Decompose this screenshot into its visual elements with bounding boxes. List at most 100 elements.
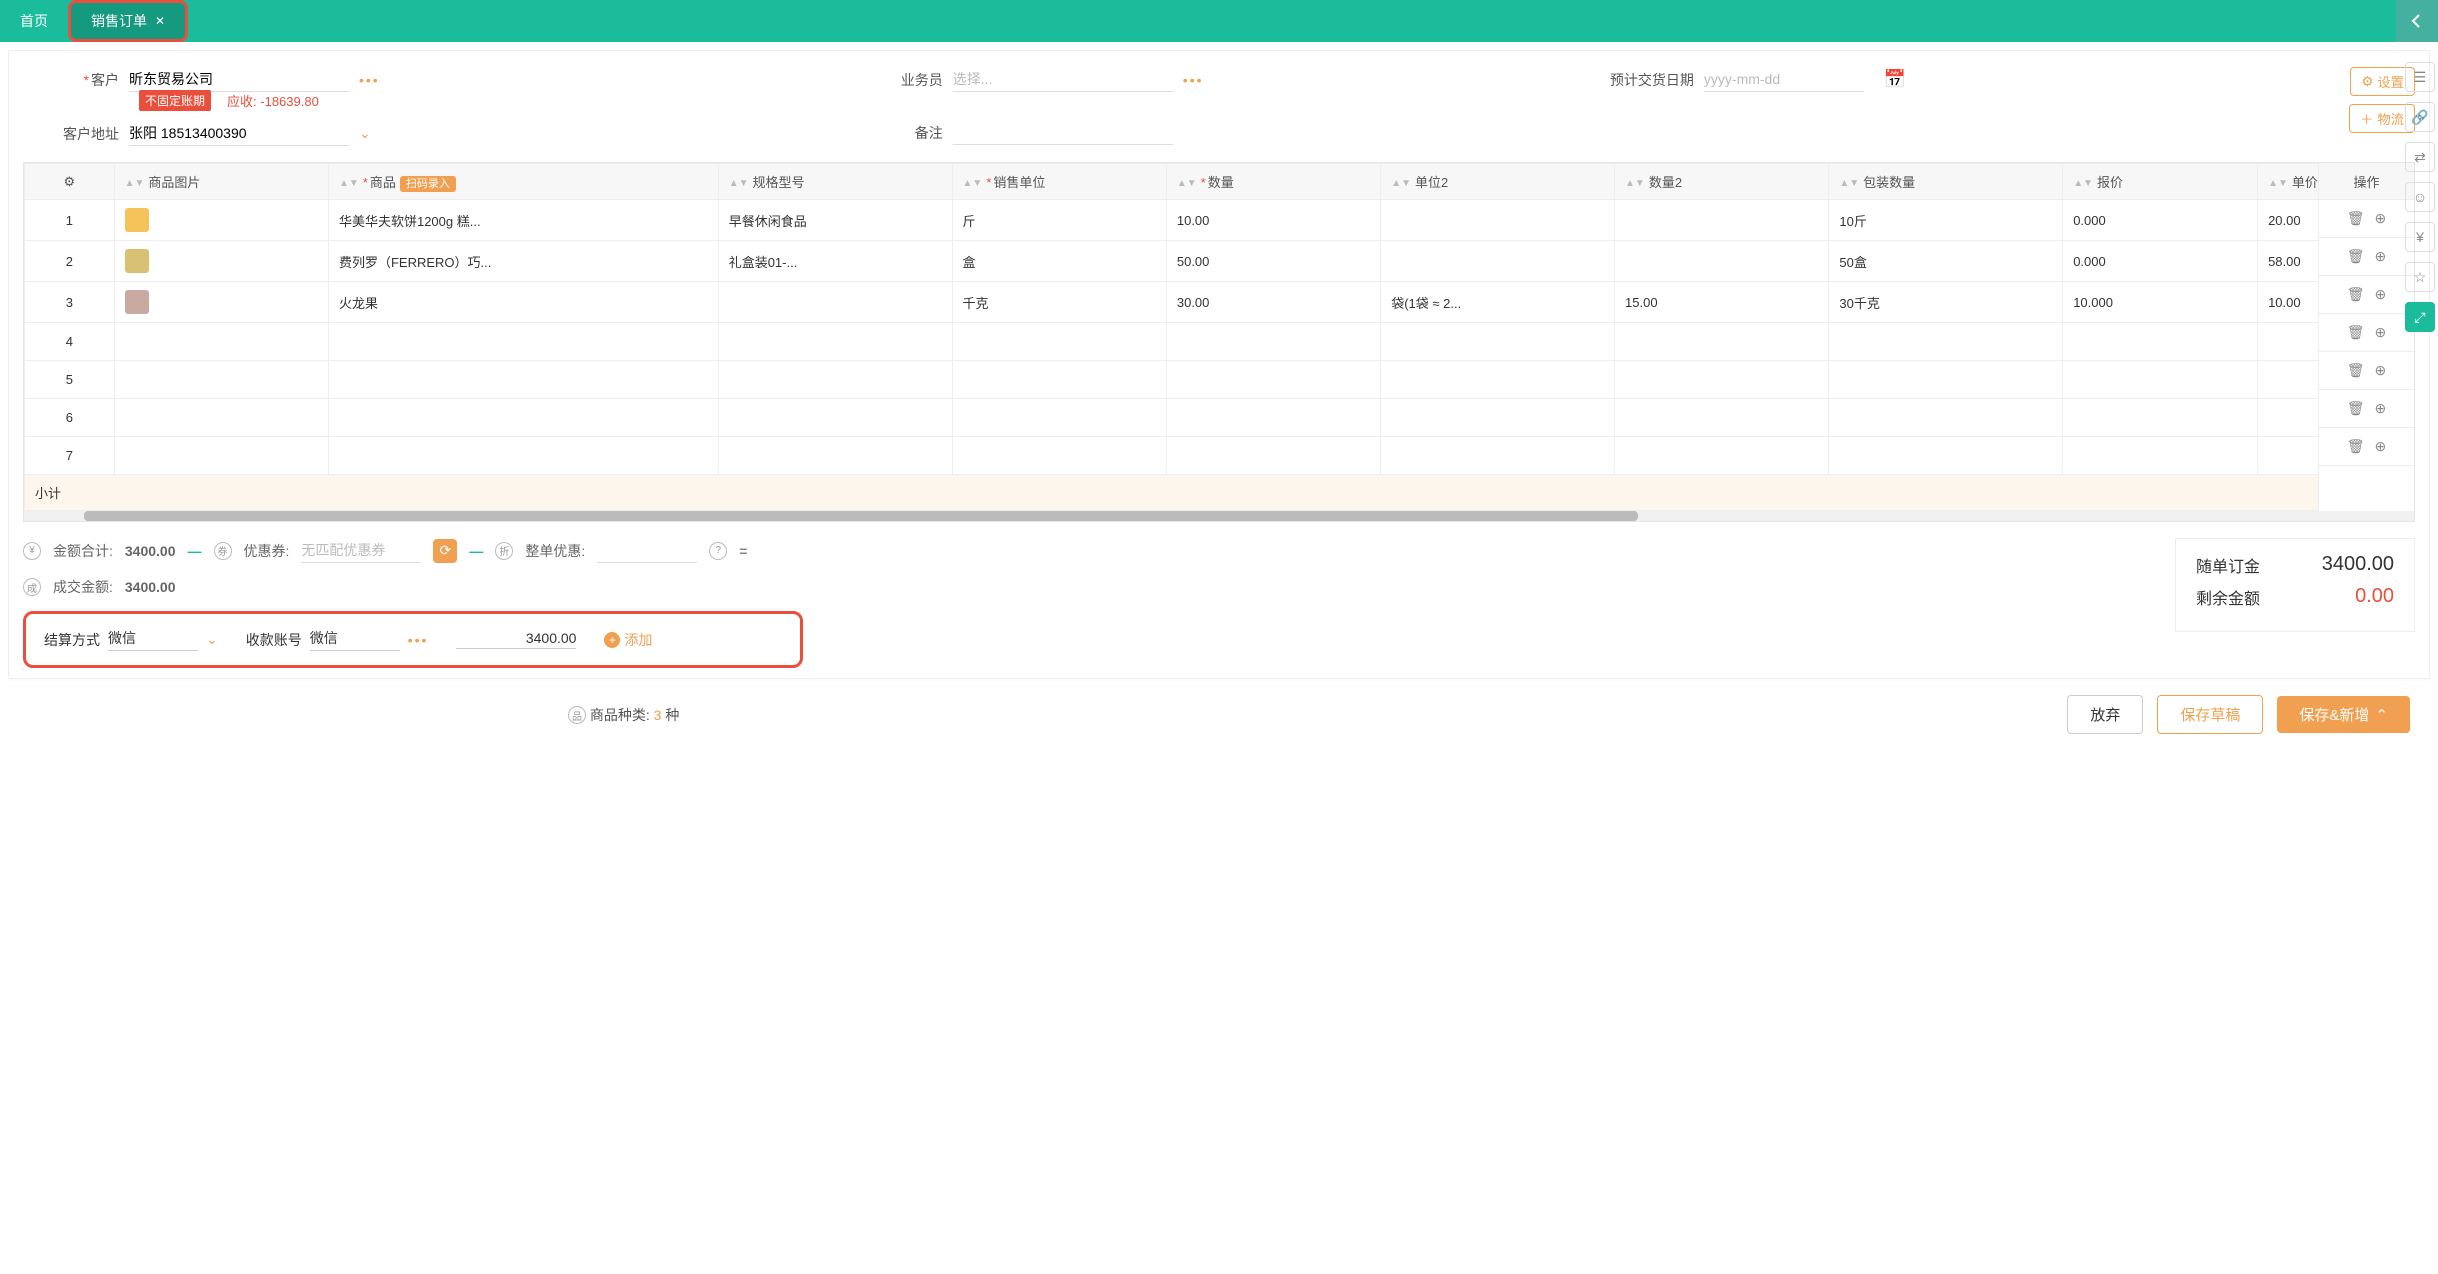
- deal-amount-label: 成交金额:: [53, 577, 113, 597]
- horizontal-scrollbar[interactable]: [24, 511, 2414, 521]
- minus-icon: —: [188, 543, 202, 559]
- amount-total-label: 金额合计:: [53, 541, 113, 561]
- sidebar-link-icon[interactable]: 🔗: [2405, 102, 2435, 132]
- footer-bar: 品 商品种类: 3 种 放弃 保存草稿 保存&新增⌃: [8, 679, 2430, 742]
- amount-total-value: 3400.00: [125, 543, 176, 559]
- refresh-icon[interactable]: ⟳: [433, 539, 457, 563]
- collapse-button[interactable]: [2396, 0, 2438, 42]
- row-ops: 🗑⊕: [2319, 390, 2414, 428]
- save-and-new-button[interactable]: 保存&新增⌃: [2277, 696, 2410, 733]
- add-row-icon[interactable]: ⊕: [2375, 248, 2387, 265]
- address-input[interactable]: [129, 121, 349, 146]
- delete-row-icon[interactable]: 🗑: [2347, 438, 2365, 455]
- table-row[interactable]: 7: [25, 437, 2414, 475]
- col-qty2[interactable]: ▲▼数量2: [1615, 164, 1829, 200]
- tab-home[interactable]: 首页: [0, 0, 68, 42]
- column-config[interactable]: ⚙: [25, 164, 115, 200]
- sidebar-list-icon[interactable]: ☰: [2405, 62, 2435, 92]
- table-row[interactable]: 5: [25, 361, 2414, 399]
- table-row[interactable]: 6: [25, 399, 2414, 437]
- row-ops: 🗑⊕: [2319, 314, 2414, 352]
- settle-account-select[interactable]: 微信: [310, 628, 400, 651]
- delete-row-icon[interactable]: 🗑: [2347, 362, 2365, 379]
- col-unit2[interactable]: ▲▼单位2: [1381, 164, 1615, 200]
- table-row[interactable]: 4: [25, 323, 2414, 361]
- row-ops: 🗑⊕: [2319, 352, 2414, 390]
- remark-input[interactable]: [953, 120, 1173, 145]
- tab-sales-order[interactable]: 销售订单 ✕: [68, 0, 188, 42]
- col-quote[interactable]: ▲▼报价: [2063, 164, 2258, 200]
- save-draft-button[interactable]: 保存草稿: [2157, 695, 2263, 734]
- add-row-icon[interactable]: ⊕: [2375, 438, 2387, 455]
- col-pack[interactable]: ▲▼包装数量: [1829, 164, 2063, 200]
- settle-method-label: 结算方式: [44, 630, 100, 650]
- receivable-text: 应收: -18639.80: [227, 91, 319, 110]
- delete-row-icon[interactable]: 🗑: [2347, 324, 2365, 341]
- account-period-tag: 不固定账期: [139, 90, 211, 111]
- discount-icon: 折: [495, 542, 513, 560]
- sidebar-exchange-icon[interactable]: ⇄: [2405, 142, 2435, 172]
- settle-method-select[interactable]: 微信: [108, 628, 198, 651]
- chevron-down-icon[interactable]: ⌄: [206, 631, 218, 648]
- table-row[interactable]: 1 华美华夫软饼1200g 糕...早餐休闲食品斤10.00 10斤0.0002…: [25, 200, 2414, 241]
- sidebar-user-icon[interactable]: ☺: [2405, 182, 2435, 212]
- scan-button[interactable]: 扫码录入: [400, 176, 456, 192]
- delete-row-icon[interactable]: 🗑: [2347, 210, 2365, 227]
- sidebar-currency-icon[interactable]: ¥: [2405, 222, 2435, 252]
- product-image: [125, 249, 149, 273]
- add-row-icon[interactable]: ⊕: [2375, 362, 2387, 379]
- col-unit[interactable]: ▲▼*销售单位: [952, 164, 1166, 200]
- add-row-icon[interactable]: ⊕: [2375, 210, 2387, 227]
- customer-input[interactable]: [129, 67, 349, 92]
- calendar-icon[interactable]: 📅: [1884, 69, 1906, 90]
- right-sidebar: ☰ 🔗 ⇄ ☺ ¥ ☆ ⤢: [2402, 42, 2438, 332]
- delete-row-icon[interactable]: 🗑: [2347, 400, 2365, 417]
- col-qty[interactable]: ▲▼*数量: [1166, 164, 1380, 200]
- add-row-icon[interactable]: ⊕: [2375, 286, 2387, 303]
- order-discount-input[interactable]: [597, 538, 697, 563]
- chevron-down-icon[interactable]: ⌄: [359, 125, 371, 142]
- add-settlement-button[interactable]: + 添加: [604, 630, 652, 650]
- salesman-more-icon[interactable]: •••: [1183, 72, 1204, 88]
- ops-column: 操作 🗑⊕🗑⊕🗑⊕🗑⊕🗑⊕🗑⊕🗑⊕: [2318, 163, 2414, 521]
- delivery-date-input[interactable]: [1704, 67, 1864, 92]
- cancel-button[interactable]: 放弃: [2067, 695, 2143, 734]
- sidebar-expand-icon[interactable]: ⤢: [2405, 302, 2435, 332]
- add-row-icon[interactable]: ⊕: [2375, 400, 2387, 417]
- salesman-label: 业务员: [847, 70, 943, 90]
- deposit-value: 3400.00: [2322, 553, 2394, 577]
- coupon-input[interactable]: [301, 538, 421, 563]
- coupon-icon: 券: [214, 542, 232, 560]
- row-ops: 🗑⊕: [2319, 238, 2414, 276]
- kinds-icon: 品: [568, 706, 586, 724]
- remaining-value: 0.00: [2355, 585, 2394, 609]
- product-image: [125, 290, 149, 314]
- settle-amount-input[interactable]: 3400.00: [456, 630, 576, 649]
- table-row[interactable]: 2 费列罗（FERRERO）巧...礼盒装01-...盒50.00 50盒0.0…: [25, 241, 2414, 282]
- plus-circle-icon: +: [604, 632, 620, 648]
- deposit-label: 随单订金: [2196, 553, 2260, 577]
- order-card: *客户 ••• 不固定账期 应收: -18639.80 客户地址 ⌄ 业务员 •…: [8, 50, 2430, 679]
- account-more-icon[interactable]: •••: [408, 632, 429, 648]
- add-row-icon[interactable]: ⊕: [2375, 324, 2387, 341]
- col-spec[interactable]: ▲▼规格型号: [718, 164, 952, 200]
- coupon-label: 优惠券:: [244, 541, 290, 561]
- col-image[interactable]: ▲▼商品图片: [114, 164, 328, 200]
- delete-row-icon[interactable]: 🗑: [2347, 286, 2365, 303]
- delete-row-icon[interactable]: 🗑: [2347, 248, 2365, 265]
- col-product[interactable]: ▲▼*商品扫码录入: [328, 164, 718, 200]
- equals-icon: =: [739, 543, 747, 559]
- col-ops: 操作: [2319, 163, 2414, 200]
- customer-label: *客户: [23, 70, 119, 90]
- settlement-box: 结算方式 微信 ⌄ 收款账号 微信 ••• 3400.00 + 添加: [23, 611, 803, 668]
- customer-more-icon[interactable]: •••: [359, 72, 380, 88]
- close-icon[interactable]: ✕: [155, 14, 165, 28]
- help-icon[interactable]: ?: [709, 542, 727, 560]
- tab-label: 销售订单: [91, 11, 147, 31]
- table-row[interactable]: 3 火龙果千克30.00 袋(1袋 ≈ 2...15.0030千克10.0001…: [25, 282, 2414, 323]
- row-ops: 🗑⊕: [2319, 200, 2414, 238]
- remaining-label: 剩余金额: [2196, 585, 2260, 609]
- salesman-input[interactable]: [953, 67, 1173, 92]
- order-discount-label: 整单优惠:: [525, 541, 585, 561]
- sidebar-star-icon[interactable]: ☆: [2405, 262, 2435, 292]
